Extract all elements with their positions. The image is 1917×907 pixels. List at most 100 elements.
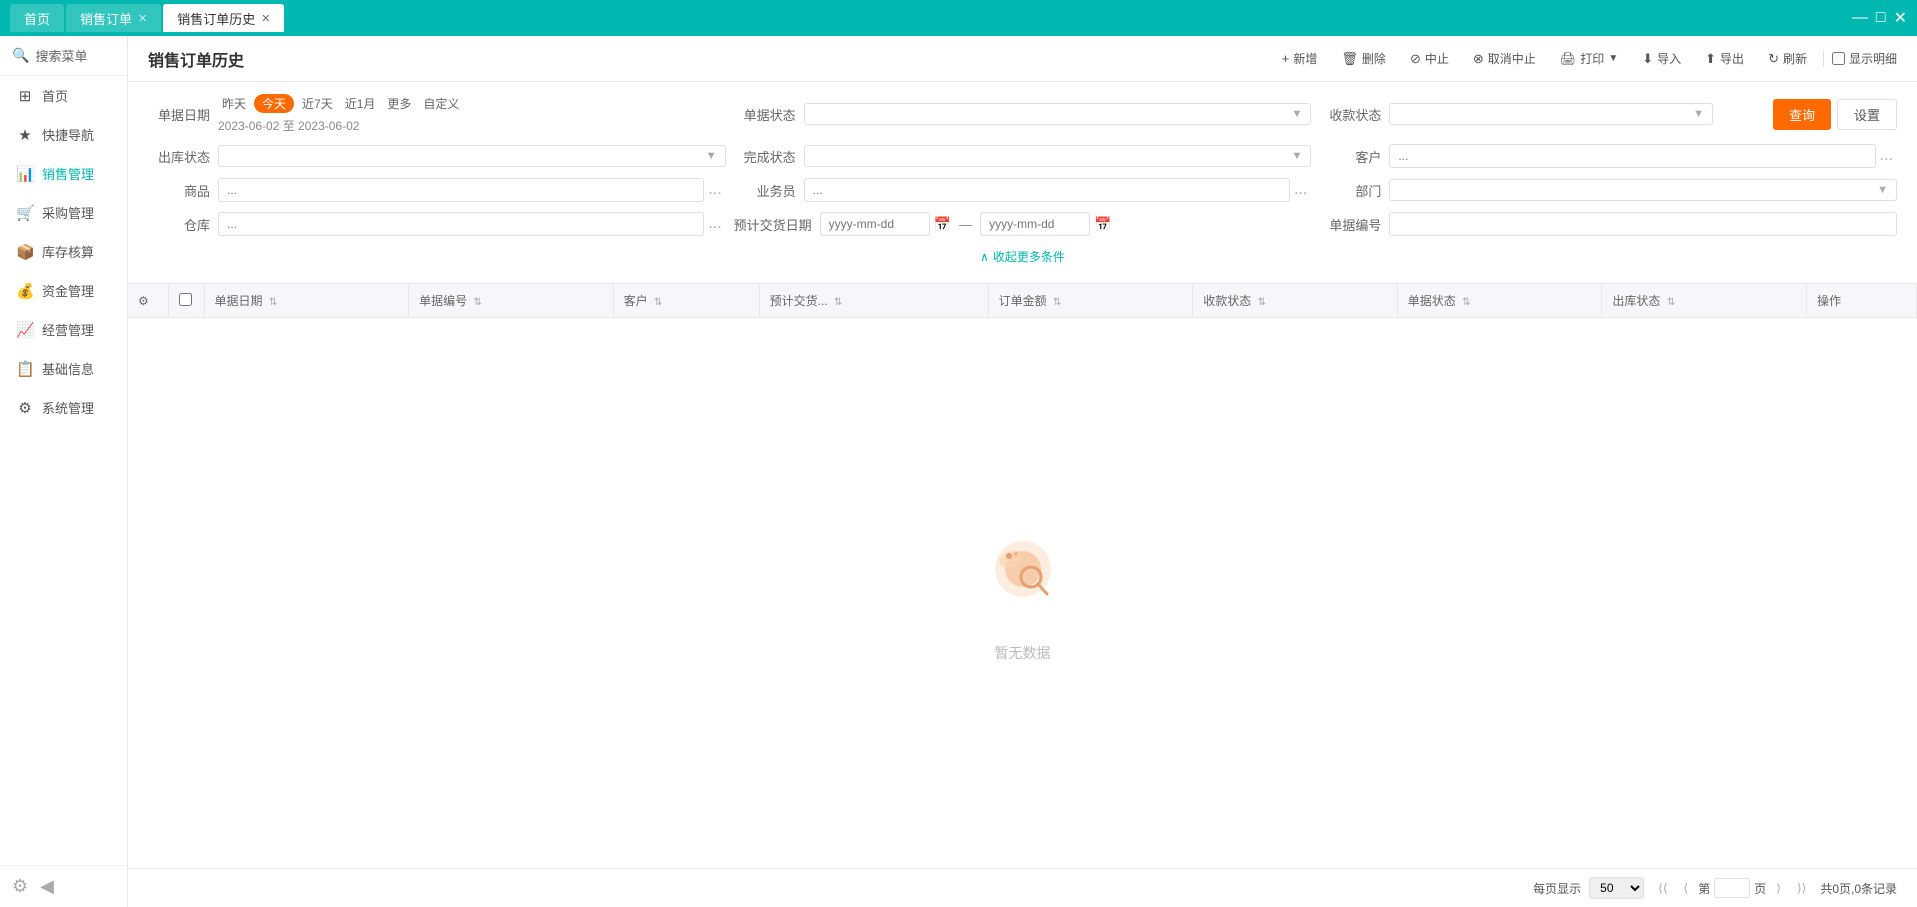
date-yesterday-btn[interactable]: 昨天 [218,94,250,113]
sort-order-amount-icon: ⇅ [1053,297,1061,308]
warehouse-dots[interactable]: ... [704,215,725,233]
th-doc-date[interactable]: 单据日期 ⇅ [204,284,409,318]
date-to-input[interactable] [980,212,1090,236]
page-next-btn[interactable]: ⟩ [1770,879,1787,897]
settings-bottom-icon[interactable]: ⚙ [12,876,28,897]
th-payment-status[interactable]: 收款状态 ⇅ [1193,284,1398,318]
date-more-btn[interactable]: 更多 [383,94,415,113]
print-button[interactable]: 🖨 打印 ▼ [1552,46,1626,71]
sidebar-item-purchase-label: 采购管理 [42,203,94,222]
goods-input[interactable] [218,178,704,202]
filter-customer-col: 客户 ... [1319,144,1897,168]
print-icon: 🖨 [1560,51,1577,67]
add-button[interactable]: + 新增 [1274,46,1326,71]
close-win-btn[interactable]: ✕ [1894,8,1907,28]
page-number-input[interactable]: 1 [1714,878,1750,898]
th-customer[interactable]: 客户 ⇅ [613,284,759,318]
select-all-checkbox[interactable] [179,293,192,306]
sidebar-item-basic[interactable]: 📋 基础信息 [0,349,127,388]
th-expected-date[interactable]: 预计交货... ⇅ [759,284,988,318]
date-last1m-btn[interactable]: 近1月 [341,94,380,113]
export-button[interactable]: ⬆ 导出 [1697,46,1752,71]
customer-input[interactable] [1389,144,1875,168]
data-table: ⚙ 单据日期 ⇅ 单据编号 ⇅ 客户 ⇅ [128,284,1917,318]
payment-status-select[interactable]: ▼ [1389,103,1713,125]
sidebar-item-basic-label: 基础信息 [42,359,94,378]
payment-status-label: 收款状态 [1319,105,1389,124]
page-first-btn[interactable]: ⟨⟨ [1652,879,1673,897]
tab-sales-order[interactable]: 销售订单 ✕ [66,4,161,32]
warehouse-input[interactable] [218,212,704,236]
display-detail-checkbox[interactable] [1832,52,1845,65]
date-from-input[interactable] [820,212,930,236]
date-sep: — [955,217,976,232]
customer-control: ... [1389,144,1897,168]
display-detail-toggle[interactable]: 显示明细 [1832,50,1897,67]
dept-arrow: ▼ [1877,184,1888,196]
doc-status-control: ▼ [804,103,1312,125]
sidebar-item-finance[interactable]: 💰 资金管理 [0,271,127,310]
doc-number-input[interactable] [1389,212,1897,236]
top-bar: 首页 销售订单 ✕ 销售订单历史 ✕ — □ ✕ [0,0,1917,36]
date-last7-btn[interactable]: 近7天 [298,94,337,113]
th-out-status[interactable]: 出库状态 ⇅ [1602,284,1807,318]
cal-to-icon[interactable]: 📅 [1094,216,1111,233]
sidebar-item-sales[interactable]: 📊 销售管理 [0,154,127,193]
date-today-btn[interactable]: 今天 [254,94,294,113]
refresh-button[interactable]: ↻ 刷新 [1760,46,1815,71]
sidebar-item-home[interactable]: ⊞ 首页 [0,76,127,115]
sort-doc-no-icon: ⇅ [473,297,481,308]
tab-sales-order-close[interactable]: ✕ [138,12,147,25]
settings-button[interactable]: 设置 [1837,99,1897,130]
sidebar-item-purchase[interactable]: 🛒 采购管理 [0,193,127,232]
page-size-select[interactable]: 50 10 20 100 [1589,877,1644,899]
doc-status-select[interactable]: ▼ [804,103,1312,125]
goods-dots[interactable]: ... [704,181,725,199]
tab-home[interactable]: 首页 [10,4,64,32]
sidebar-item-operation[interactable]: 📈 经营管理 [0,310,127,349]
display-detail-label: 显示明细 [1849,50,1897,67]
purchase-icon: 🛒 [16,204,34,222]
collapse-conditions-btn[interactable]: ∧ 收起更多条件 [148,242,1897,271]
query-button[interactable]: 查询 [1773,99,1831,130]
salesman-dots[interactable]: ... [1290,181,1311,199]
page-prev-btn[interactable]: ⟨ [1678,879,1695,897]
th-doc-status[interactable]: 单据状态 ⇅ [1397,284,1602,318]
goods-control: ... [218,178,726,202]
page-label: 页 [1754,880,1766,897]
minimize-btn[interactable]: — [1852,9,1868,27]
sidebar-search[interactable]: 🔍 搜索菜单 [0,36,127,76]
customer-label: 客户 [1319,147,1389,166]
collapse-sidebar-icon[interactable]: ◀ [40,876,54,897]
sidebar-item-system[interactable]: ⚙ 系统管理 [0,388,127,427]
salesman-input[interactable] [804,178,1290,202]
doc-number-control [1389,212,1897,236]
th-check[interactable] [168,284,204,318]
th-settings[interactable]: ⚙ [128,284,168,318]
sidebar-search-label: 搜索菜单 [35,46,87,65]
th-order-amount[interactable]: 订单金额 ⇅ [988,284,1193,318]
filter-row-2: 出库状态 ▼ 完成状态 ▼ [148,144,1897,168]
maximize-btn[interactable]: □ [1876,9,1886,27]
page-last-btn[interactable]: ⟩⟩ [1791,879,1812,897]
tab-sales-order-label: 销售订单 [80,9,132,28]
cancel-stop-button[interactable]: ⊗ 取消中止 [1465,46,1544,71]
th-doc-no[interactable]: 单据编号 ⇅ [409,284,614,318]
out-status-select[interactable]: ▼ [218,145,726,167]
dept-select[interactable]: ▼ [1389,179,1897,201]
sidebar-item-quick-nav[interactable]: ★ 快捷导航 [0,115,127,154]
date-custom-btn[interactable]: 自定义 [419,94,463,113]
stop-button[interactable]: ⊘ 中止 [1402,46,1457,71]
complete-status-select[interactable]: ▼ [804,145,1312,167]
tab-sales-order-history-close[interactable]: ✕ [261,12,270,25]
cal-from-icon[interactable]: 📅 [934,216,951,233]
sidebar-item-inventory[interactable]: 📦 库存核算 [0,232,127,271]
page-title: 销售订单历史 [148,47,244,71]
empty-illustration [973,524,1073,627]
import-label: 导入 [1657,50,1681,67]
delete-button[interactable]: 🗑 删除 [1333,46,1394,71]
tab-sales-order-history[interactable]: 销售订单历史 ✕ [163,4,284,32]
customer-dots[interactable]: ... [1876,147,1897,165]
import-button[interactable]: ⬇ 导入 [1634,46,1689,71]
date-range-display: 2023-06-02 至 2023-06-02 [218,117,463,134]
